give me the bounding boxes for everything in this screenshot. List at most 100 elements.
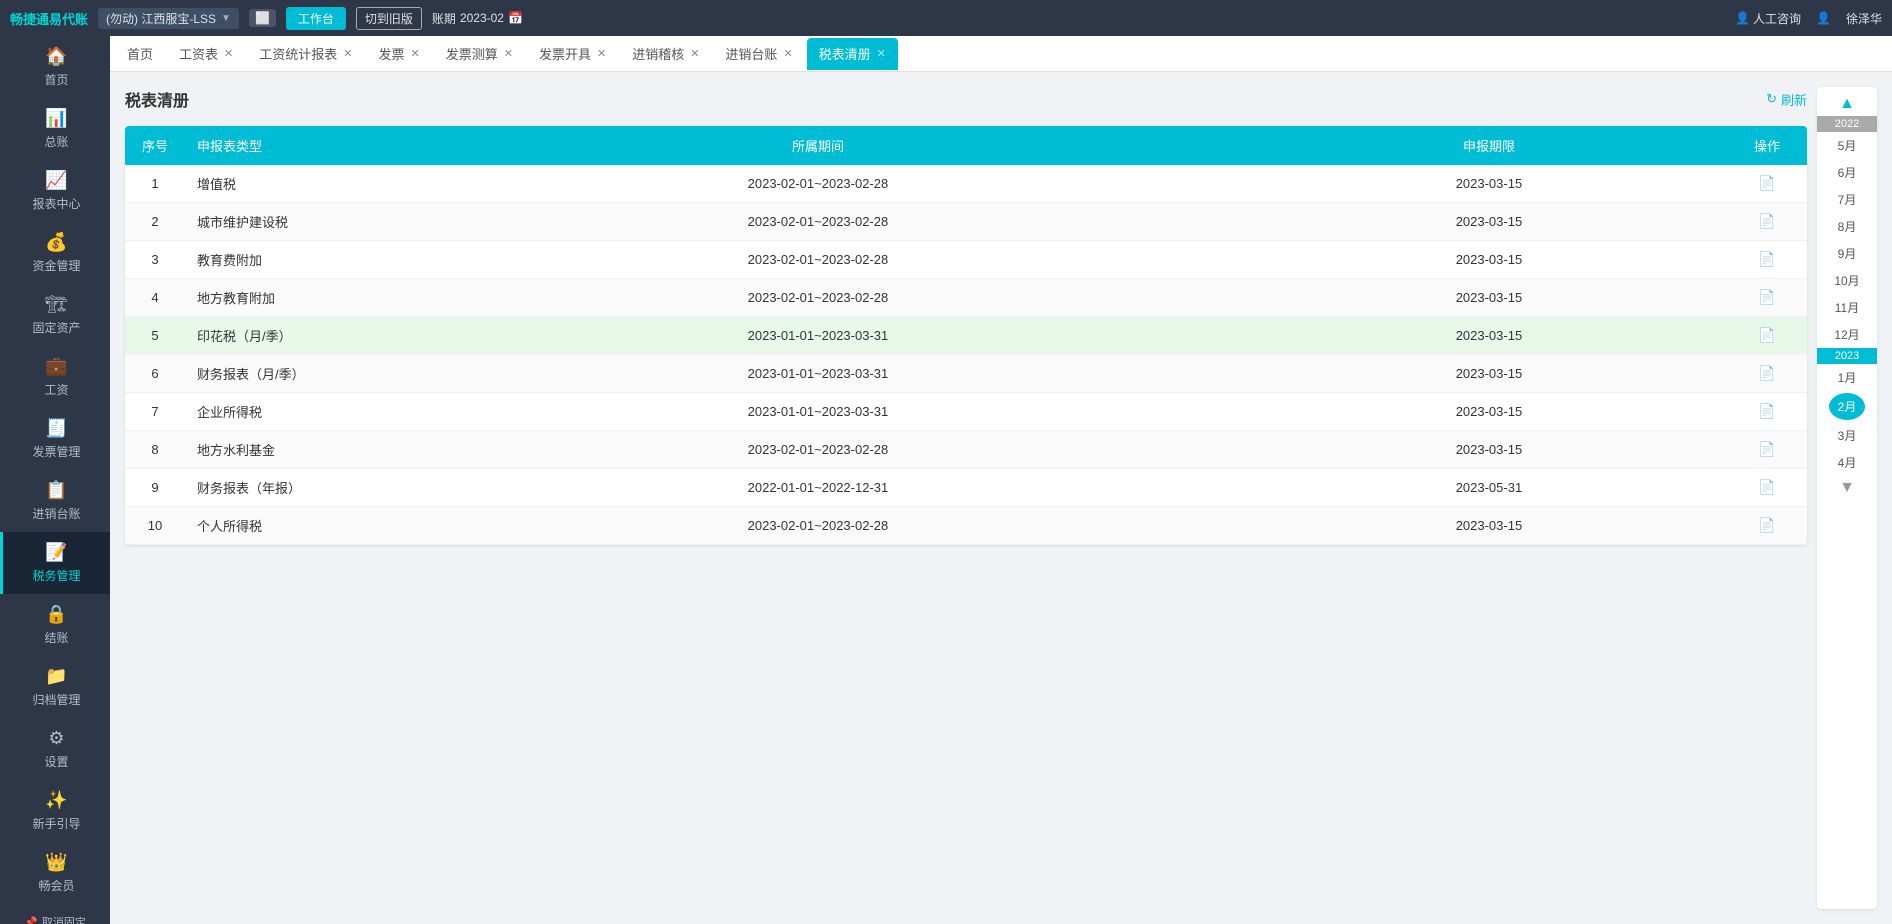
col-action: 操作 <box>1727 126 1807 165</box>
sidebar-item-invoice-mgmt[interactable]: 🧾 发票管理 <box>0 408 110 470</box>
workspace-button[interactable]: 工作台 <box>286 7 346 30</box>
calendar-icon[interactable]: 📅 <box>508 11 523 25</box>
tab-invoice-calc[interactable]: 发票测算 ✕ <box>434 38 525 70</box>
sidebar-item-purchase-sales-label: 进销台账 <box>32 505 80 522</box>
cell-action: 📄 <box>1727 165 1807 203</box>
tab-home[interactable]: 首页 <box>115 38 165 70</box>
cell-deadline: 2023-03-15 <box>1251 431 1727 469</box>
sidebar-item-closing[interactable]: 🔒 结账 <box>0 594 110 656</box>
table-row: 1 增值税 2023-02-01~2023-02-28 2023-03-15 📄 <box>125 165 1807 203</box>
sidebar-item-fixed-asset-label: 固定资产 <box>32 319 80 336</box>
cell-no: 8 <box>125 431 185 469</box>
sidebar-item-member[interactable]: 👑 畅会员 <box>0 842 110 904</box>
cell-action: 📄 <box>1727 469 1807 507</box>
company-selector[interactable]: (勿动) 江西服宝-LSS ▼ <box>98 8 239 29</box>
date-panel: ▲ 2022 5月 6月 7月 8月 9月 10月 11月 12月 2023 1… <box>1817 87 1877 909</box>
month-2022-07[interactable]: 7月 <box>1817 186 1877 213</box>
cell-action: 📄 <box>1727 431 1807 469</box>
tab-close-invoice-open[interactable]: ✕ <box>597 47 606 60</box>
tab-invoice[interactable]: 发票 ✕ <box>366 38 431 70</box>
sidebar-item-settings[interactable]: ⚙ 设置 <box>0 718 110 780</box>
sidebar-item-fixed-asset[interactable]: 🏗 固定资产 <box>0 284 110 346</box>
page-header: 税表清册 ↻ 刷新 <box>125 87 1807 111</box>
date-nav-up[interactable]: ▲ <box>1839 92 1855 116</box>
month-2023-04[interactable]: 4月 <box>1817 449 1877 476</box>
tab-close-purchase-check[interactable]: ✕ <box>690 47 699 60</box>
sidebar-item-member-label: 畅会员 <box>38 877 74 894</box>
col-type: 申报表类型 <box>185 126 385 165</box>
sidebar-item-archive[interactable]: 📁 归档管理 <box>0 656 110 718</box>
tab-salary-table[interactable]: 工资表 ✕ <box>167 38 245 70</box>
month-2022-12[interactable]: 12月 <box>1817 321 1877 348</box>
action-icon[interactable]: 📄 <box>1758 479 1775 495</box>
pin-icon: 📌 <box>24 916 38 924</box>
cell-action: 📄 <box>1727 241 1807 279</box>
month-2023-02[interactable]: 2月 <box>1829 393 1865 420</box>
sidebar-item-purchase-sales[interactable]: 📋 进销台账 <box>0 470 110 532</box>
cell-action: 📄 <box>1727 317 1807 355</box>
cell-type: 财务报表（月/季） <box>185 355 385 393</box>
month-2023-01[interactable]: 1月 <box>1817 364 1877 391</box>
tab-purchase-check[interactable]: 进销稽核 ✕ <box>620 38 711 70</box>
month-2022-08[interactable]: 8月 <box>1817 213 1877 240</box>
cell-type: 教育费附加 <box>185 241 385 279</box>
action-icon[interactable]: 📄 <box>1758 327 1775 343</box>
action-icon[interactable]: 📄 <box>1758 517 1775 533</box>
sidebar-item-ledger[interactable]: 📊 总账 <box>0 98 110 160</box>
copy-button[interactable]: ⬜ <box>249 9 276 27</box>
cell-period: 2023-02-01~2023-02-28 <box>385 165 1251 203</box>
company-name: (勿动) 江西服宝-LSS <box>106 10 216 27</box>
cell-action: 📄 <box>1727 507 1807 545</box>
month-2022-05[interactable]: 5月 <box>1817 132 1877 159</box>
user-avatar: 👤 <box>1816 11 1831 25</box>
table-row: 5 印花税（月/季） 2023-01-01~2023-03-31 2023-03… <box>125 317 1807 355</box>
tab-invoice-open[interactable]: 发票开具 ✕ <box>527 38 618 70</box>
tab-salary-report[interactable]: 工资统计报表 ✕ <box>247 38 364 70</box>
date-nav-down[interactable]: ▼ <box>1839 476 1855 500</box>
month-2023-03[interactable]: 3月 <box>1817 422 1877 449</box>
col-no: 序号 <box>125 126 185 165</box>
sidebar: 🏠 首页 📊 总账 📈 报表中心 💰 资金管理 🏗 固定资产 💼 工资 🧾 发票… <box>0 36 110 924</box>
tab-close-salary-table[interactable]: ✕ <box>224 47 233 60</box>
month-2022-11[interactable]: 11月 <box>1817 294 1877 321</box>
sidebar-item-report[interactable]: 📈 报表中心 <box>0 160 110 222</box>
sidebar-item-guide[interactable]: ✨ 新手引导 <box>0 780 110 842</box>
table-body: 1 增值税 2023-02-01~2023-02-28 2023-03-15 📄… <box>125 165 1807 545</box>
tab-close-invoice[interactable]: ✕ <box>411 47 420 60</box>
month-2022-10[interactable]: 10月 <box>1817 267 1877 294</box>
cell-no: 3 <box>125 241 185 279</box>
refresh-button[interactable]: ↻ 刷新 <box>1766 90 1807 109</box>
content-area: 首页 工资表 ✕ 工资统计报表 ✕ 发票 ✕ 发票测算 ✕ 发票开具 ✕ <box>110 36 1892 924</box>
action-icon[interactable]: 📄 <box>1758 213 1775 229</box>
tab-purchase-ledger[interactable]: 进销台账 ✕ <box>713 38 804 70</box>
tab-close-salary-report[interactable]: ✕ <box>343 47 352 60</box>
sidebar-item-salary[interactable]: 💼 工资 <box>0 346 110 408</box>
cell-type: 企业所得税 <box>185 393 385 431</box>
action-icon[interactable]: 📄 <box>1758 251 1775 267</box>
user-name: 徐泽华 <box>1846 10 1882 27</box>
tab-tax-list[interactable]: 税表清册 ✕ <box>807 38 898 70</box>
cell-type: 城市维护建设税 <box>185 203 385 241</box>
table-row: 2 城市维护建设税 2023-02-01~2023-02-28 2023-03-… <box>125 203 1807 241</box>
sidebar-item-fund[interactable]: 💰 资金管理 <box>0 222 110 284</box>
sidebar-item-home-label: 首页 <box>44 71 68 88</box>
ai-consult-button[interactable]: 👤 人工咨询 <box>1735 10 1801 27</box>
month-2022-06[interactable]: 6月 <box>1817 159 1877 186</box>
action-icon[interactable]: 📄 <box>1758 441 1775 457</box>
action-icon[interactable]: 📄 <box>1758 289 1775 305</box>
switch-version-button[interactable]: 切到旧版 <box>356 7 422 30</box>
sidebar-item-home[interactable]: 🏠 首页 <box>0 36 110 98</box>
action-icon[interactable]: 📄 <box>1758 365 1775 381</box>
action-icon[interactable]: 📄 <box>1758 175 1775 191</box>
tab-close-invoice-calc[interactable]: ✕ <box>504 47 513 60</box>
period-display: 账期 2023-02 📅 <box>432 10 523 27</box>
sidebar-item-tax-mgmt[interactable]: 📝 税务管理 <box>0 532 110 594</box>
cell-deadline: 2023-03-15 <box>1251 203 1727 241</box>
tab-close-purchase-ledger[interactable]: ✕ <box>783 47 792 60</box>
tab-close-tax-list[interactable]: ✕ <box>877 47 886 60</box>
cell-type: 增值税 <box>185 165 385 203</box>
action-icon[interactable]: 📄 <box>1758 403 1775 419</box>
unpin-button[interactable]: 📌 取消固定 <box>0 904 110 924</box>
fixed-asset-icon: 🏗 <box>45 294 68 315</box>
month-2022-09[interactable]: 9月 <box>1817 240 1877 267</box>
